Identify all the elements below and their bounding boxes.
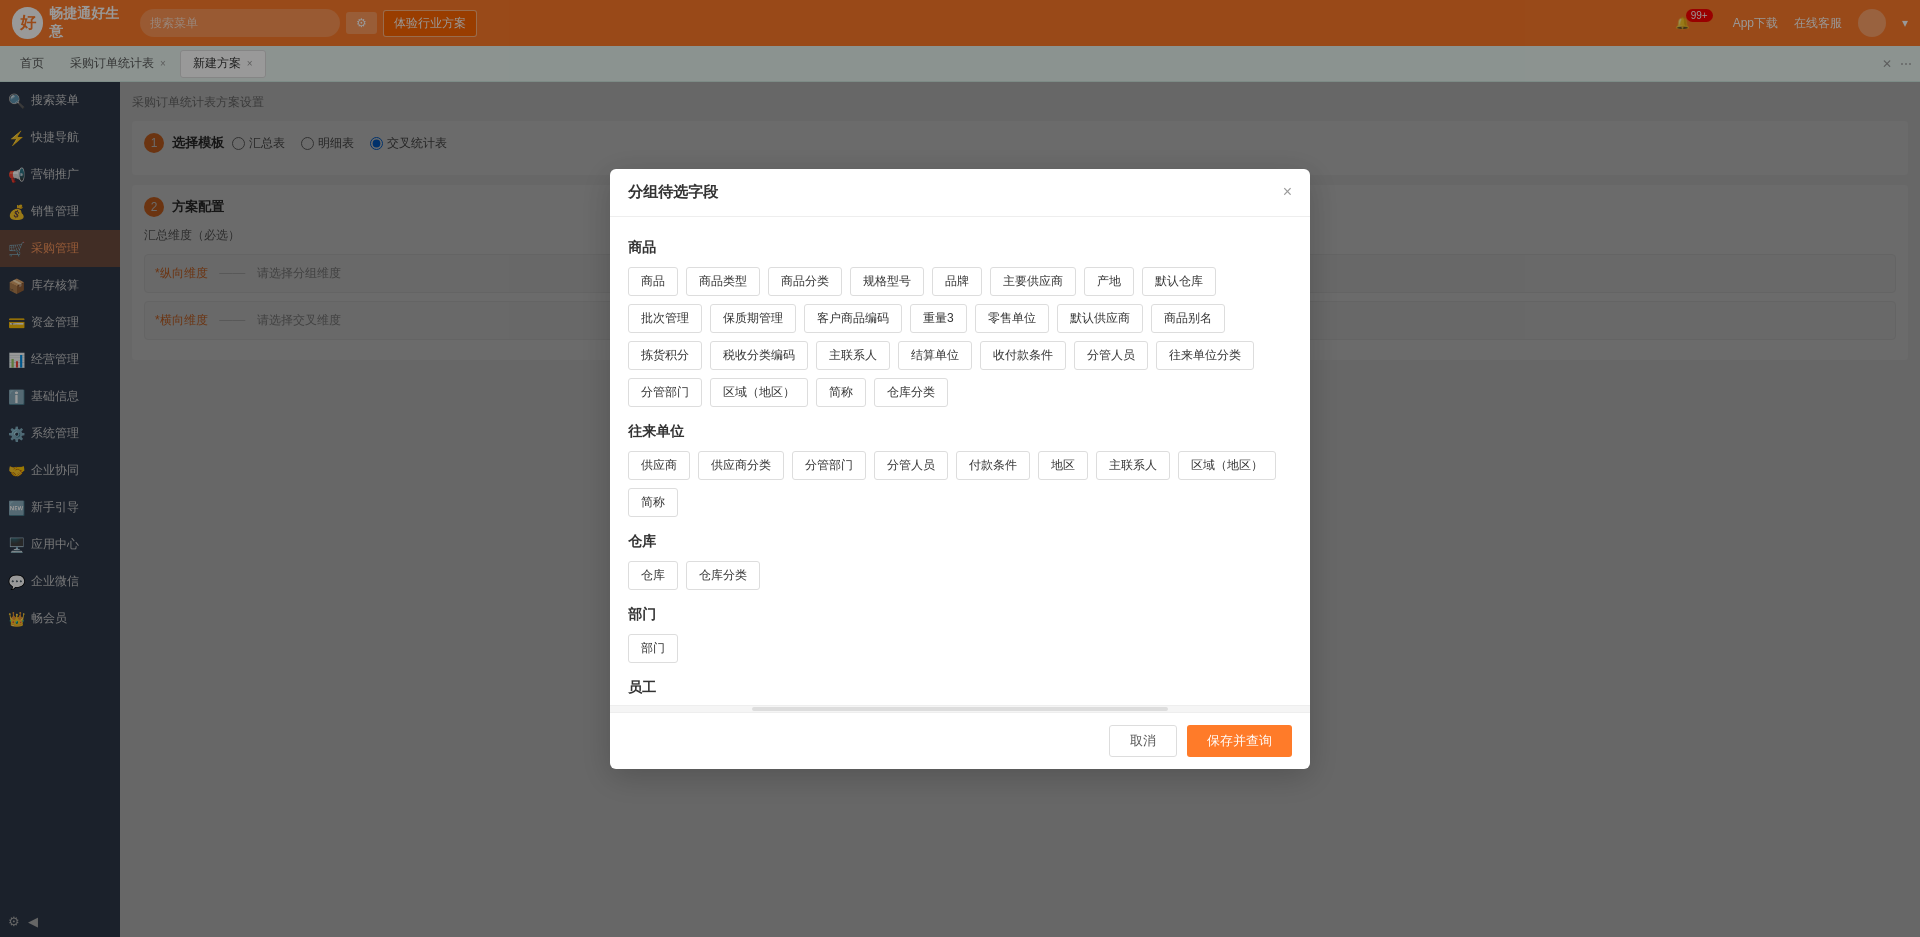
section-title-employee: 员工 — [628, 679, 1292, 697]
field-selection-modal: 分组待选字段 × 商品 商品 商品类型 商品分类 规格型号 品牌 主要供应商 产… — [610, 169, 1310, 769]
field-tag[interactable]: 主联系人 — [1096, 451, 1170, 480]
field-tag[interactable]: 仓库 — [628, 561, 678, 590]
field-tag[interactable]: 零售单位 — [975, 304, 1049, 333]
field-tag[interactable]: 区域（地区） — [1178, 451, 1276, 480]
field-tag[interactable]: 付款条件 — [956, 451, 1030, 480]
hscroll-thumb[interactable] — [752, 707, 1167, 711]
modal-header: 分组待选字段 × — [610, 169, 1310, 217]
modal-hscrollbar — [610, 705, 1310, 711]
field-tag[interactable]: 拣货积分 — [628, 341, 702, 370]
cancel-button[interactable]: 取消 — [1109, 725, 1177, 757]
dept-fields: 部门 — [628, 634, 1292, 663]
field-tag[interactable]: 部门 — [628, 634, 678, 663]
field-tag[interactable]: 品牌 — [932, 267, 982, 296]
field-tag[interactable]: 地区 — [1038, 451, 1088, 480]
warehouse-fields: 仓库 仓库分类 — [628, 561, 1292, 590]
field-tag[interactable]: 商品别名 — [1151, 304, 1225, 333]
field-tag[interactable]: 批次管理 — [628, 304, 702, 333]
product-fields: 商品 商品类型 商品分类 规格型号 品牌 主要供应商 产地 默认仓库 批次管理 … — [628, 267, 1292, 407]
field-tag[interactable]: 往来单位分类 — [1156, 341, 1254, 370]
field-tag[interactable]: 客户商品编码 — [804, 304, 902, 333]
modal-title: 分组待选字段 — [628, 183, 718, 202]
field-tag[interactable]: 结算单位 — [898, 341, 972, 370]
field-tag[interactable]: 分管部门 — [792, 451, 866, 480]
field-tag[interactable]: 简称 — [816, 378, 866, 407]
section-title-partner: 往来单位 — [628, 423, 1292, 441]
modal-body: 商品 商品 商品类型 商品分类 规格型号 品牌 主要供应商 产地 默认仓库 批次… — [610, 217, 1310, 706]
field-tag[interactable]: 商品类型 — [686, 267, 760, 296]
field-tag[interactable]: 简称 — [628, 488, 678, 517]
field-tag[interactable]: 分管人员 — [874, 451, 948, 480]
field-tag[interactable]: 默认仓库 — [1142, 267, 1216, 296]
field-tag[interactable]: 分管人员 — [1074, 341, 1148, 370]
field-tag[interactable]: 供应商 — [628, 451, 690, 480]
field-tag[interactable]: 默认供应商 — [1057, 304, 1143, 333]
field-tag[interactable]: 保质期管理 — [710, 304, 796, 333]
field-tag[interactable]: 商品分类 — [768, 267, 842, 296]
field-tag[interactable]: 重量3 — [910, 304, 967, 333]
field-tag[interactable]: 分管部门 — [628, 378, 702, 407]
partner-fields: 供应商 供应商分类 分管部门 分管人员 付款条件 地区 主联系人 区域（地区） … — [628, 451, 1292, 517]
field-tag[interactable]: 仓库分类 — [686, 561, 760, 590]
field-tag[interactable]: 产地 — [1084, 267, 1134, 296]
field-tag[interactable]: 税收分类编码 — [710, 341, 808, 370]
confirm-button[interactable]: 保存并查询 — [1187, 725, 1292, 757]
field-tag[interactable]: 主要供应商 — [990, 267, 1076, 296]
section-title-warehouse: 仓库 — [628, 533, 1292, 551]
modal-close-btn[interactable]: × — [1283, 183, 1292, 201]
field-tag[interactable]: 仓库分类 — [874, 378, 948, 407]
field-tag[interactable]: 商品 — [628, 267, 678, 296]
field-tag[interactable]: 供应商分类 — [698, 451, 784, 480]
field-tag[interactable]: 主联系人 — [816, 341, 890, 370]
field-tag[interactable]: 收付款条件 — [980, 341, 1066, 370]
modal-footer: 取消 保存并查询 — [610, 712, 1310, 769]
modal-overlay: 分组待选字段 × 商品 商品 商品类型 商品分类 规格型号 品牌 主要供应商 产… — [0, 0, 1920, 937]
section-title-product: 商品 — [628, 239, 1292, 257]
field-tag[interactable]: 规格型号 — [850, 267, 924, 296]
field-tag[interactable]: 区域（地区） — [710, 378, 808, 407]
section-title-dept: 部门 — [628, 606, 1292, 624]
